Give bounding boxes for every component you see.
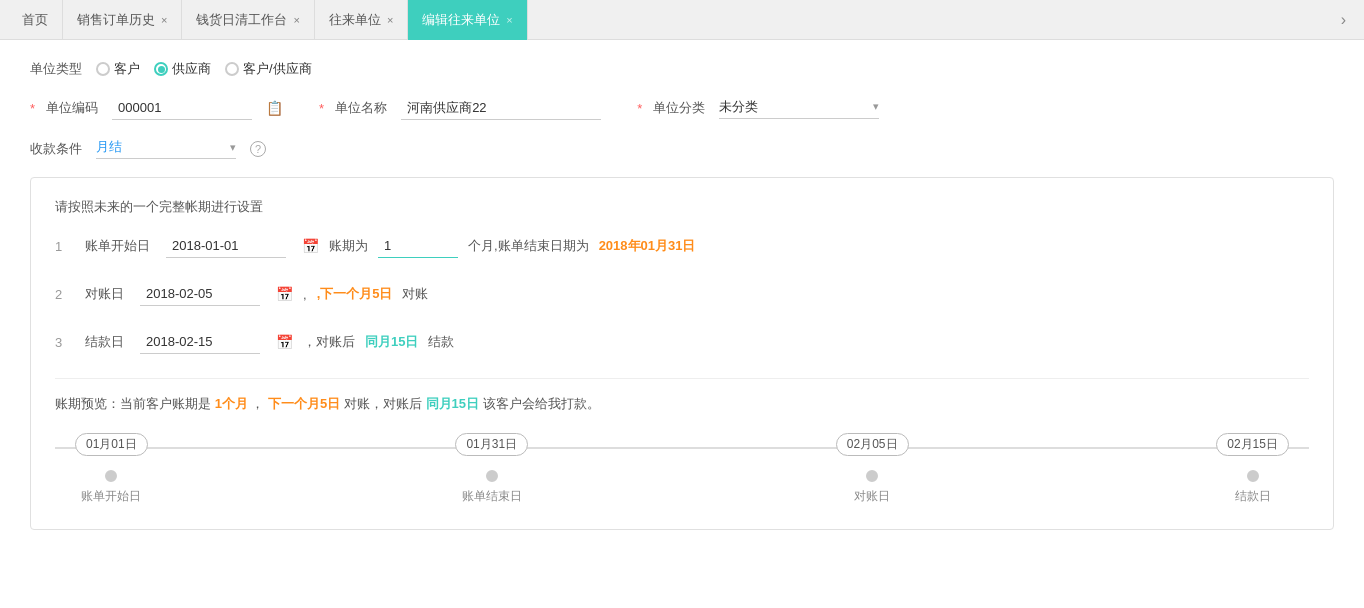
row-field-label-2: 对账日 [85,285,124,303]
tab-cash-work[interactable]: 钱货日清工作台 × [182,0,314,40]
radio-circle-both [225,62,239,76]
copy-icon[interactable]: 📋 [266,100,283,116]
preview-teal: 同月15日 [426,396,479,411]
card-title: 请按照未来的一个完整帐期进行设置 [55,198,1309,216]
settlement-teal: 同月15日 [365,333,418,351]
tabs-bar: 首页 销售订单历史 × 钱货日清工作台 × 往来单位 × 编辑往来单位 × › [0,0,1364,40]
tab-sales-history[interactable]: 销售订单历史 × [63,0,182,40]
reconcile-desc-prefix: , [303,287,307,302]
timeline-point-2: 01月31日 账单结束日 [455,433,528,505]
radio-both[interactable]: 客户/供应商 [225,60,312,78]
tab-home[interactable]: 首页 [8,0,63,40]
payment-value: 月结 [96,138,122,156]
period-unit: 个月,账单结束日期为 [468,237,589,255]
radio-supplier[interactable]: 供应商 [154,60,211,78]
unit-classify-select[interactable]: 未分类 ▾ [719,98,879,119]
preview-section: 账期预览：当前客户账期是 1个月 ， 下一个月5日 对账，对账后 同月15日 该… [55,395,1309,413]
settlement-prefix: ，对账后 [303,333,355,351]
reconcile-suffix: 对账 [402,285,428,303]
tl-badge-1: 01月01日 [75,433,148,456]
radio-customer[interactable]: 客户 [96,60,140,78]
radio-label-supplier: 供应商 [172,60,211,78]
timeline-point-1: 01月01日 账单开始日 [75,433,148,505]
tl-label-1: 账单开始日 [81,488,141,505]
timeline-point-3: 02月05日 对账日 [836,433,909,505]
unit-classify-value: 未分类 [719,98,758,116]
period-end-date: 2018年01月31日 [599,237,696,255]
tl-label-3: 对账日 [854,488,890,505]
unit-type-label: 单位类型 [30,60,82,78]
required-star-classify: * [637,101,642,116]
payment-row: 收款条件 月结 ▾ ? [30,138,1334,159]
preview-mid2: 对账，对账后 [344,396,422,411]
timeline-container: 01月01日 账单开始日 01月31日 账单结束日 02月05日 对账日 02月… [55,433,1309,505]
chevron-down-icon: ▾ [873,100,879,113]
tl-label-4: 结款日 [1235,488,1271,505]
tab-close-icon[interactable]: × [161,14,167,26]
row-field-label-1: 账单开始日 [85,237,150,255]
setting-row-3: 3 结款日 📅 ，对账后 同月15日 结款 [55,330,1309,354]
tl-dot-1 [105,470,117,482]
radio-circle-supplier [154,62,168,76]
settlement-date-input[interactable] [140,330,260,354]
tl-badge-4: 02月15日 [1216,433,1289,456]
reconcile-next-month: ,下一个月5日 [317,285,393,303]
tl-badge-3: 02月05日 [836,433,909,456]
calendar-icon-2[interactable]: 📅 [276,286,293,302]
row-num-2: 2 [55,287,75,302]
unit-name-label: 单位名称 [335,99,387,117]
preview-mid1: ， [251,396,264,411]
start-date-input[interactable] [166,234,286,258]
help-icon[interactable]: ? [250,141,266,157]
unit-type-row: 单位类型 客户 供应商 客户/供应商 [30,60,1334,78]
radio-circle-customer [96,62,110,76]
unit-classify-label: 单位分类 [653,99,705,117]
separator [55,378,1309,379]
unit-info-row: * 单位编码 📋 * 单位名称 * 单位分类 未分类 ▾ [30,96,1334,120]
timeline-point-4: 02月15日 结款日 [1216,433,1289,505]
calendar-icon-1[interactable]: 📅 [302,238,319,254]
tl-badge-2: 01月31日 [455,433,528,456]
row-num-3: 3 [55,335,75,350]
preview-label: 账期预览：当前客户账期是 [55,396,211,411]
unit-code-input[interactable] [112,96,252,120]
required-star-code: * [30,101,35,116]
settings-card: 请按照未来的一个完整帐期进行设置 1 账单开始日 📅 账期为 个月,账单结束日期… [30,177,1334,530]
timeline-points: 01月01日 账单开始日 01月31日 账单结束日 02月05日 对账日 02月… [75,433,1289,505]
settlement-suffix: 结款 [428,333,454,351]
period-value-input[interactable] [378,234,458,258]
row-num-1: 1 [55,239,75,254]
preview-suffix: 该客户会给我打款。 [483,396,600,411]
setting-row-1: 1 账单开始日 📅 账期为 个月,账单结束日期为 2018年01月31日 [55,234,1309,258]
tab-close-icon[interactable]: × [293,14,299,26]
row-field-label-3: 结款日 [85,333,124,351]
radio-label-both: 客户/供应商 [243,60,312,78]
setting-row-2: 2 对账日 📅 , ,下一个月5日 对账 [55,282,1309,306]
tl-dot-3 [866,470,878,482]
payment-select[interactable]: 月结 ▾ [96,138,236,159]
main-content: 单位类型 客户 供应商 客户/供应商 * 单位编码 📋 * 单位名称 * 单位分… [0,40,1364,608]
period-label: 账期为 [329,237,368,255]
tl-label-2: 账单结束日 [462,488,522,505]
unit-code-label: 单位编码 [46,99,98,117]
tl-dot-4 [1247,470,1259,482]
unit-type-radio-group: 客户 供应商 客户/供应商 [96,60,312,78]
tab-close-icon[interactable]: × [506,14,512,26]
tab-more-button[interactable]: › [1331,11,1356,29]
radio-label-customer: 客户 [114,60,140,78]
tl-dot-2 [486,470,498,482]
required-star-name: * [319,101,324,116]
preview-orange2: 下一个月5日 [268,396,340,411]
tab-close-icon[interactable]: × [387,14,393,26]
reconcile-date-input[interactable] [140,282,260,306]
chevron-down-icon: ▾ [230,141,236,154]
calendar-icon-3[interactable]: 📅 [276,334,293,350]
tab-edit-partner[interactable]: 编辑往来单位 × [408,0,527,40]
tab-partner-unit[interactable]: 往来单位 × [315,0,408,40]
payment-label: 收款条件 [30,140,82,158]
unit-name-input[interactable] [401,96,601,120]
preview-orange1: 1个月 [215,396,248,411]
